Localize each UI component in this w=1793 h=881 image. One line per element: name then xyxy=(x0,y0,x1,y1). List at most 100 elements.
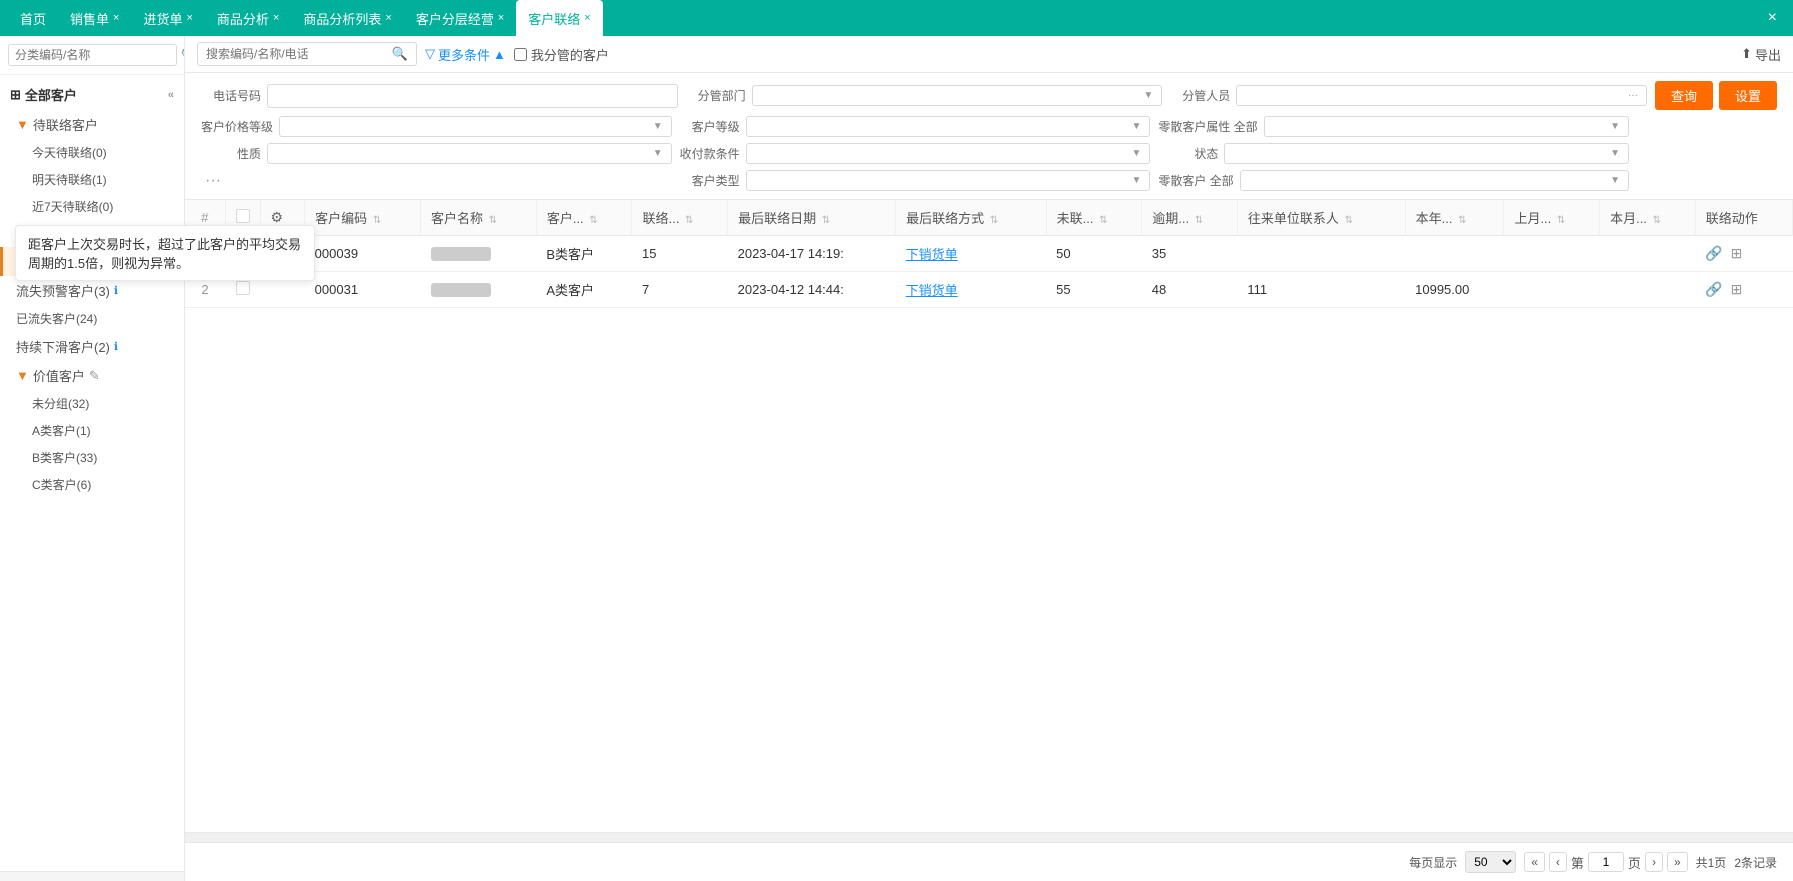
value-customers-group: ▼ 价值客户 ✎ 未分组(32) A类客户(1) B类客户(33) C类客户(6… xyxy=(0,361,184,498)
customer-type-select[interactable]: ▼ xyxy=(746,170,1151,191)
row1-contact-method-link[interactable]: 下销货单 xyxy=(906,247,958,262)
nature-select[interactable]: ▼ xyxy=(267,143,672,164)
last-page-button[interactable]: » xyxy=(1667,852,1688,872)
pending-contact-title[interactable]: ▼ 待联络客户 xyxy=(0,110,184,139)
all-customers-icon: ⊞ xyxy=(10,87,21,103)
nav-analysis-list[interactable]: 商品分析列表 × xyxy=(291,0,403,36)
sidebar-item-c-class[interactable]: C类客户(6) xyxy=(8,471,184,498)
col-overdue[interactable]: 逾期... ⇅ xyxy=(1142,200,1238,236)
col-this-month[interactable]: 本月... ⇅ xyxy=(1600,200,1696,236)
row1-view-icon[interactable]: 🔗 xyxy=(1705,245,1722,262)
info-icon-declining[interactable]: ℹ xyxy=(114,340,118,353)
row2-contact-method-link[interactable]: 下销货单 xyxy=(906,283,958,298)
customer-grade-select[interactable]: ▼ xyxy=(746,116,1151,137)
sort-code-icon: ⇅ xyxy=(373,215,381,226)
sort-overdue-icon: ⇅ xyxy=(1195,215,1203,226)
close-analysis-tab[interactable]: × xyxy=(273,12,279,24)
settings-button[interactable]: 设置 xyxy=(1719,81,1777,110)
next-page-button[interactable]: › xyxy=(1645,852,1663,872)
info-icon-lost-pre[interactable]: ℹ xyxy=(114,284,118,297)
advanced-filter: 电话号码 分管部门 ▼ 分管人员 ··· xyxy=(185,73,1793,200)
nav-customer-seg[interactable]: 客户分层经营 × xyxy=(404,0,516,36)
sort-cp-icon: ⇅ xyxy=(1345,215,1353,226)
close-sales-tab[interactable]: × xyxy=(113,12,119,24)
query-button[interactable]: 查询 xyxy=(1655,81,1713,110)
col-this-year[interactable]: 本年... ⇅ xyxy=(1405,200,1504,236)
price-grade-label: 客户价格等级 xyxy=(201,118,273,135)
category-search-input[interactable] xyxy=(8,44,177,66)
nav-sales[interactable]: 销售单 × xyxy=(58,0,131,36)
col-last-contact-date[interactable]: 最后联络日期 ⇅ xyxy=(728,200,896,236)
person-select-arrow: ··· xyxy=(1628,90,1638,101)
sidebar-item-b-class[interactable]: B类客户(33) xyxy=(8,444,184,471)
prev-page-button[interactable]: ‹ xyxy=(1549,852,1567,872)
all-customers-title[interactable]: ⊞ 全部客户 « xyxy=(0,79,184,110)
my-customers-checkbox[interactable] xyxy=(514,48,527,61)
table-settings-icon[interactable]: ⚙ xyxy=(271,209,284,225)
sidebar-item-declining[interactable]: 持续下滑客户(2) ℹ xyxy=(0,332,184,361)
row2-qr-icon[interactable]: ⊞ xyxy=(1731,281,1743,298)
col-contact-person[interactable]: 往来单位联系人 ⇅ xyxy=(1237,200,1405,236)
sidebar-item-ungraded[interactable]: 未分组(32) xyxy=(8,390,184,417)
sidebar-scroll-indicator[interactable] xyxy=(0,871,184,881)
col-category[interactable]: 客户... ⇅ xyxy=(536,200,632,236)
horizontal-scrollbar[interactable] xyxy=(185,832,1793,842)
edit-value-icon[interactable]: ✎ xyxy=(89,368,100,384)
per-page-select[interactable]: 50 20 100 xyxy=(1465,851,1516,873)
status-select[interactable]: ▼ xyxy=(1224,143,1629,164)
nav-analysis[interactable]: 商品分析 × xyxy=(205,0,291,36)
phone-input[interactable] xyxy=(267,84,678,108)
sidebar-item-week[interactable]: 近7天待联络(0) xyxy=(8,193,184,220)
dept-select[interactable]: ▼ xyxy=(752,85,1163,106)
search-button-icon[interactable]: 🔍 xyxy=(392,46,408,62)
person-select[interactable]: ··· xyxy=(1236,85,1647,106)
col-contact[interactable]: 联络... ⇅ xyxy=(632,200,728,236)
nav-home[interactable]: 首页 xyxy=(8,0,58,36)
row1-action: 🔗 ⊞ xyxy=(1695,236,1792,272)
row2-checkbox[interactable] xyxy=(236,281,250,295)
sparse-customer-select[interactable]: ▼ xyxy=(1240,170,1629,191)
sidebar-item-tomorrow[interactable]: 明天待联络(1) xyxy=(8,166,184,193)
select-all-checkbox[interactable] xyxy=(236,209,250,223)
nav-purchase[interactable]: 进货单 × xyxy=(131,0,204,36)
sidebar-collapse-button[interactable]: « xyxy=(168,89,174,101)
close-customer-seg-tab[interactable]: × xyxy=(498,12,504,24)
close-purchase-tab[interactable]: × xyxy=(186,12,192,24)
more-filter-dots[interactable]: ··· xyxy=(201,172,225,190)
sidebar-item-a-class[interactable]: A类客户(1) xyxy=(8,417,184,444)
col-un-contact[interactable]: 未联... ⇅ xyxy=(1046,200,1142,236)
sparse-customer-field: 零散客户 全部 ▼ xyxy=(1158,170,1629,191)
col-name[interactable]: 客户名称 ⇅ xyxy=(421,200,537,236)
col-last-contact-method[interactable]: 最后联络方式 ⇅ xyxy=(896,200,1046,236)
close-customer-contact-tab[interactable]: × xyxy=(584,12,590,24)
row1-action-icons: 🔗 ⊞ xyxy=(1705,245,1782,262)
sidebar-item-lost[interactable]: 已流失客户(24) xyxy=(0,305,184,332)
current-page-input[interactable] xyxy=(1588,852,1624,872)
payment-select[interactable]: ▼ xyxy=(746,143,1151,164)
first-page-button[interactable]: « xyxy=(1524,852,1545,872)
export-button[interactable]: ⬆ 导出 xyxy=(1741,45,1781,64)
sparse-attr-label: 零散客户属性 全部 xyxy=(1158,118,1257,135)
filter-row-4: ··· 客户类型 ▼ 零散客户 全部 ▼ xyxy=(201,170,1777,191)
row2-view-icon[interactable]: 🔗 xyxy=(1705,281,1722,298)
col-code[interactable]: 客户编码 ⇅ xyxy=(305,200,421,236)
sort-tm-icon: ⇅ xyxy=(1653,215,1661,226)
nav-customer-contact[interactable]: 客户联络 × xyxy=(516,0,602,36)
close-analysis-list-tab[interactable]: × xyxy=(385,12,391,24)
row2-category: A类客户 xyxy=(536,272,632,308)
sparse-attr-select[interactable]: ▼ xyxy=(1264,116,1629,137)
phone-label: 电话号码 xyxy=(201,87,261,104)
value-customers-items: 未分组(32) A类客户(1) B类客户(33) C类客户(6) xyxy=(0,390,184,498)
person-label: 分管人员 xyxy=(1170,87,1230,104)
sidebar-item-today[interactable]: 今天待联络(0) xyxy=(8,139,184,166)
col-last-month[interactable]: 上月... ⇅ xyxy=(1504,200,1600,236)
row1-qr-icon[interactable]: ⊞ xyxy=(1731,245,1743,262)
window-close-button[interactable]: × xyxy=(1760,9,1785,27)
filter-icon: ▽ xyxy=(425,46,435,62)
search-input[interactable] xyxy=(206,47,388,61)
more-conditions-button[interactable]: ▽ 更多条件 ▲ xyxy=(425,45,506,64)
pagination-nav: « ‹ 第 页 › » xyxy=(1524,852,1687,872)
value-customers-title[interactable]: ▼ 价值客户 ✎ xyxy=(0,361,184,390)
row2-action: 🔗 ⊞ xyxy=(1695,272,1792,308)
price-grade-select[interactable]: ▼ xyxy=(279,116,672,137)
